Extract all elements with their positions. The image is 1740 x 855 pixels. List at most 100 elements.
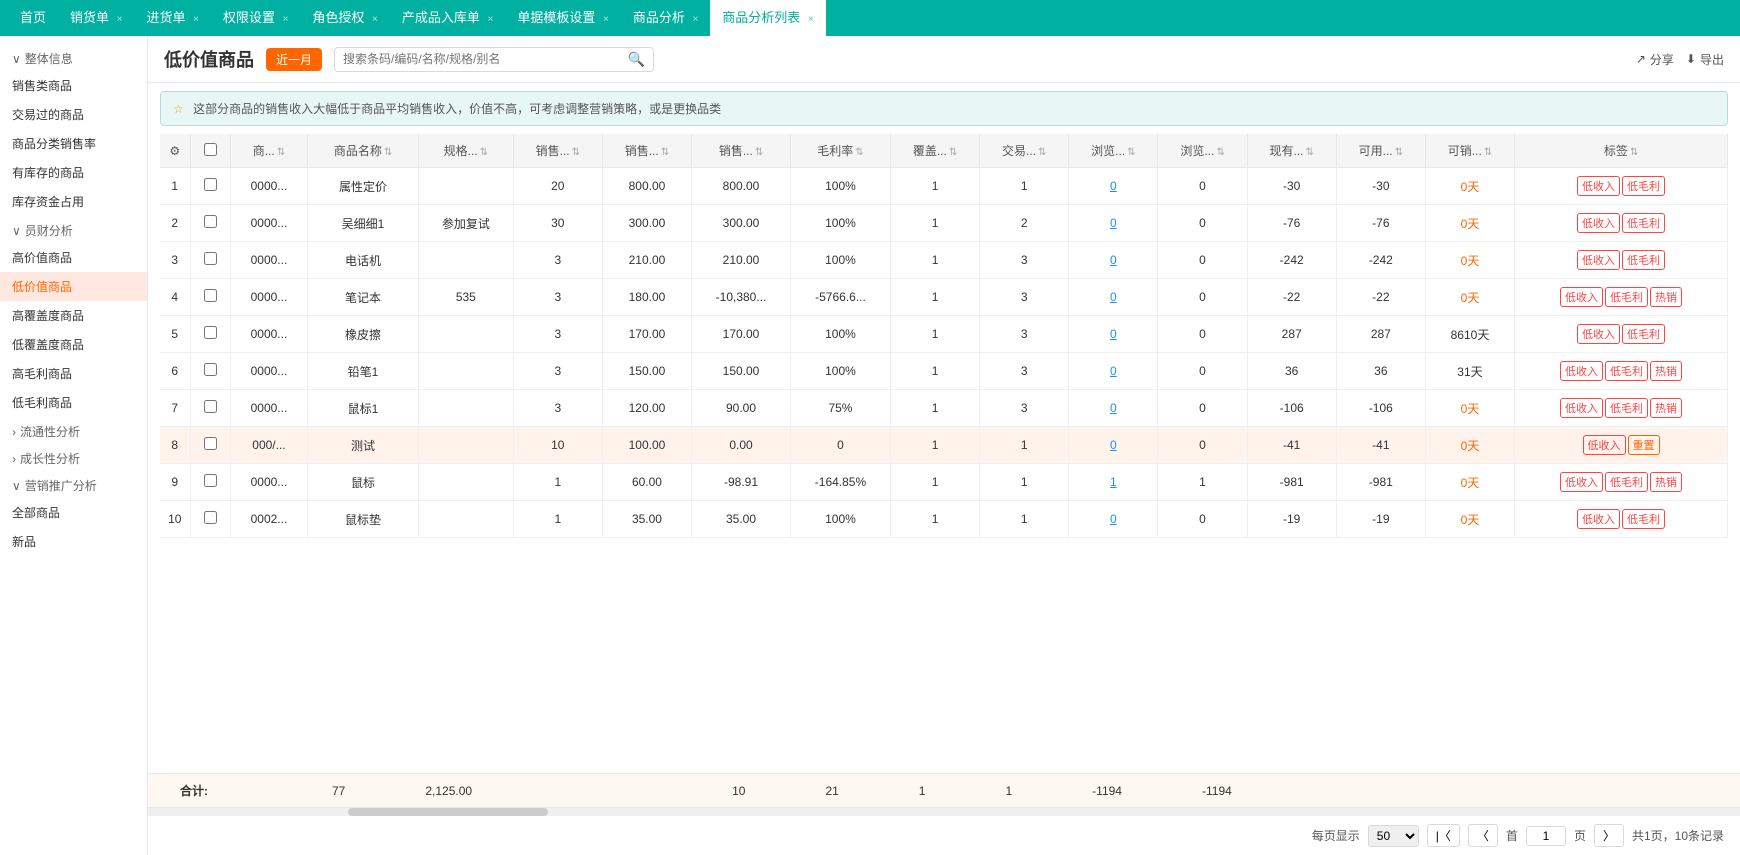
sidebar-item-low-margin[interactable]: 低毛利商品: [0, 388, 147, 417]
sidebar-item-in-stock[interactable]: 有库存的商品: [0, 158, 147, 187]
sidebar-item-traded[interactable]: 交易过的商品: [0, 100, 147, 129]
nav-home[interactable]: 首页: [8, 0, 58, 36]
sidebar-item-all-products[interactable]: 全部商品: [0, 498, 147, 527]
sidebar-section-growth[interactable]: › 成长性分析: [0, 444, 147, 471]
nav-purchase-order[interactable]: 进货单 ×: [134, 0, 210, 36]
row-checkbox[interactable]: [204, 326, 217, 339]
row-checkbox[interactable]: [204, 252, 217, 265]
nav-analysis[interactable]: 商品分析 ×: [621, 0, 710, 36]
th-amt1[interactable]: 销售...⇅: [602, 134, 691, 168]
browse-link[interactable]: 1: [1110, 475, 1117, 489]
nav-role[interactable]: 角色授权 ×: [300, 0, 389, 36]
cell-trade: 3: [980, 279, 1069, 316]
sidebar-item-high-margin[interactable]: 高毛利商品: [0, 359, 147, 388]
row-checkbox[interactable]: [204, 178, 217, 191]
th-cover[interactable]: 覆盖...⇅: [890, 134, 979, 168]
select-all-checkbox[interactable]: [204, 143, 217, 156]
cell-cover: 1: [890, 501, 979, 538]
sidebar-section-overall[interactable]: ∨ 整体信息: [0, 44, 147, 71]
sidebar-item-low-coverage[interactable]: 低覆盖度商品: [0, 330, 147, 359]
cell-stock1: -242: [1247, 242, 1336, 279]
share-icon: ↗: [1636, 52, 1646, 66]
th-name[interactable]: 商品名称⇅: [308, 134, 419, 168]
browse-link[interactable]: 0: [1110, 253, 1117, 267]
row-checkbox[interactable]: [204, 400, 217, 413]
sidebar-section-marketing[interactable]: ∨ 营销推广分析: [0, 471, 147, 498]
nav-product-stock[interactable]: 产成品入库单 ×: [390, 0, 505, 36]
browse-link[interactable]: 0: [1110, 512, 1117, 526]
nav-close-product[interactable]: ×: [488, 14, 494, 25]
browse-link[interactable]: 0: [1110, 401, 1117, 415]
browse-link[interactable]: 0: [1110, 327, 1117, 341]
next-page-button[interactable]: 〉: [1594, 824, 1624, 847]
th-spec[interactable]: 规格...⇅: [418, 134, 513, 168]
sidebar-section-finance[interactable]: ∨ 员财分析: [0, 216, 147, 243]
sidebar-item-low-value[interactable]: 低价值商品: [0, 272, 147, 301]
th-code[interactable]: 商...⇅: [230, 134, 307, 168]
settings-icon[interactable]: ⚙: [169, 144, 180, 158]
th-settings[interactable]: ⚙: [160, 134, 190, 168]
nav-permission[interactable]: 权限设置 ×: [211, 0, 300, 36]
scrollbar-thumb[interactable]: [348, 808, 548, 816]
row-checkbox[interactable]: [204, 363, 217, 376]
th-trade[interactable]: 交易...⇅: [980, 134, 1069, 168]
browse-link[interactable]: 0: [1110, 179, 1117, 193]
sidebar-item-high-value[interactable]: 高价值商品: [0, 243, 147, 272]
browse-link[interactable]: 0: [1110, 438, 1117, 452]
th-stock1[interactable]: 现有...⇅: [1247, 134, 1336, 168]
horizontal-scrollbar[interactable]: [148, 808, 1740, 816]
search-input[interactable]: [343, 52, 624, 66]
notice-bar: ☆ 这部分商品的销售收入大幅低于商品平均销售收入，价值不高，可考虑调整营销策略，…: [160, 91, 1728, 126]
th-tags[interactable]: 标签⇅: [1515, 134, 1728, 168]
row-checkbox[interactable]: [204, 474, 217, 487]
nav-close-role[interactable]: ×: [372, 14, 378, 25]
nav-close-analysis[interactable]: ×: [692, 14, 698, 25]
row-checkbox[interactable]: [204, 215, 217, 228]
cell-no: 4: [160, 279, 190, 316]
days-value: 0天: [1461, 180, 1480, 194]
row-checkbox[interactable]: [204, 437, 217, 450]
content-area: 低价值商品 近一月 🔍 ↗ 分享 ⬇ 导出 ☆ 这部分商品的销售收入大幅低于商品…: [148, 36, 1740, 855]
browse-link[interactable]: 0: [1110, 216, 1117, 230]
sidebar-section-liquidity[interactable]: › 流通性分析: [0, 417, 147, 444]
row-checkbox[interactable]: [204, 511, 217, 524]
th-stock2[interactable]: 可用...⇅: [1336, 134, 1425, 168]
sidebar-item-high-coverage[interactable]: 高覆盖度商品: [0, 301, 147, 330]
cell-days: 0天: [1425, 242, 1514, 279]
cell-qty: 3: [513, 279, 602, 316]
share-button[interactable]: ↗ 分享: [1636, 51, 1674, 68]
nav-close-permission[interactable]: ×: [283, 14, 289, 25]
export-button[interactable]: ⬇ 导出: [1686, 51, 1724, 68]
sidebar-item-new-products[interactable]: 新品: [0, 527, 147, 556]
sidebar-item-stock-fund[interactable]: 库存资金占用: [0, 187, 147, 216]
nav-analysis-list[interactable]: 商品分析列表 ×: [710, 0, 825, 36]
page-number-input[interactable]: [1526, 826, 1566, 846]
time-filter-button[interactable]: 近一月: [266, 48, 322, 71]
th-gross[interactable]: 毛利率⇅: [790, 134, 890, 168]
nav-close-sales[interactable]: ×: [117, 14, 123, 25]
cell-amt2: 300.00: [692, 205, 791, 242]
nav-close-purchase[interactable]: ×: [193, 14, 199, 25]
browse-link[interactable]: 0: [1110, 364, 1117, 378]
days-value: 0天: [1461, 254, 1480, 268]
cell-spec: 参加复试: [418, 205, 513, 242]
nav-sales-order[interactable]: 销货单 ×: [58, 0, 134, 36]
prev-page-button[interactable]: 〈: [1468, 824, 1498, 847]
nav-template[interactable]: 单据模板设置 ×: [505, 0, 620, 36]
th-browse2[interactable]: 浏览...⇅: [1158, 134, 1247, 168]
th-stock3[interactable]: 可销...⇅: [1425, 134, 1514, 168]
nav-close-template[interactable]: ×: [603, 14, 609, 25]
browse-link[interactable]: 0: [1110, 290, 1117, 304]
page-size-select[interactable]: 50 100 200: [1368, 825, 1419, 847]
nav-close-list[interactable]: ×: [808, 14, 814, 25]
row-checkbox[interactable]: [204, 289, 217, 302]
tag-label: 热销: [1650, 287, 1682, 307]
th-amt2[interactable]: 销售...⇅: [692, 134, 791, 168]
cell-amt1: 100.00: [602, 427, 691, 464]
th-qty[interactable]: 销售...⇅: [513, 134, 602, 168]
sidebar-item-sales-category[interactable]: 销售类商品: [0, 71, 147, 100]
sidebar-item-category-rate[interactable]: 商品分类销售率: [0, 129, 147, 158]
th-browse1[interactable]: 浏览...⇅: [1069, 134, 1158, 168]
search-icon[interactable]: 🔍: [628, 51, 645, 68]
first-page-button[interactable]: |〈: [1427, 824, 1460, 847]
